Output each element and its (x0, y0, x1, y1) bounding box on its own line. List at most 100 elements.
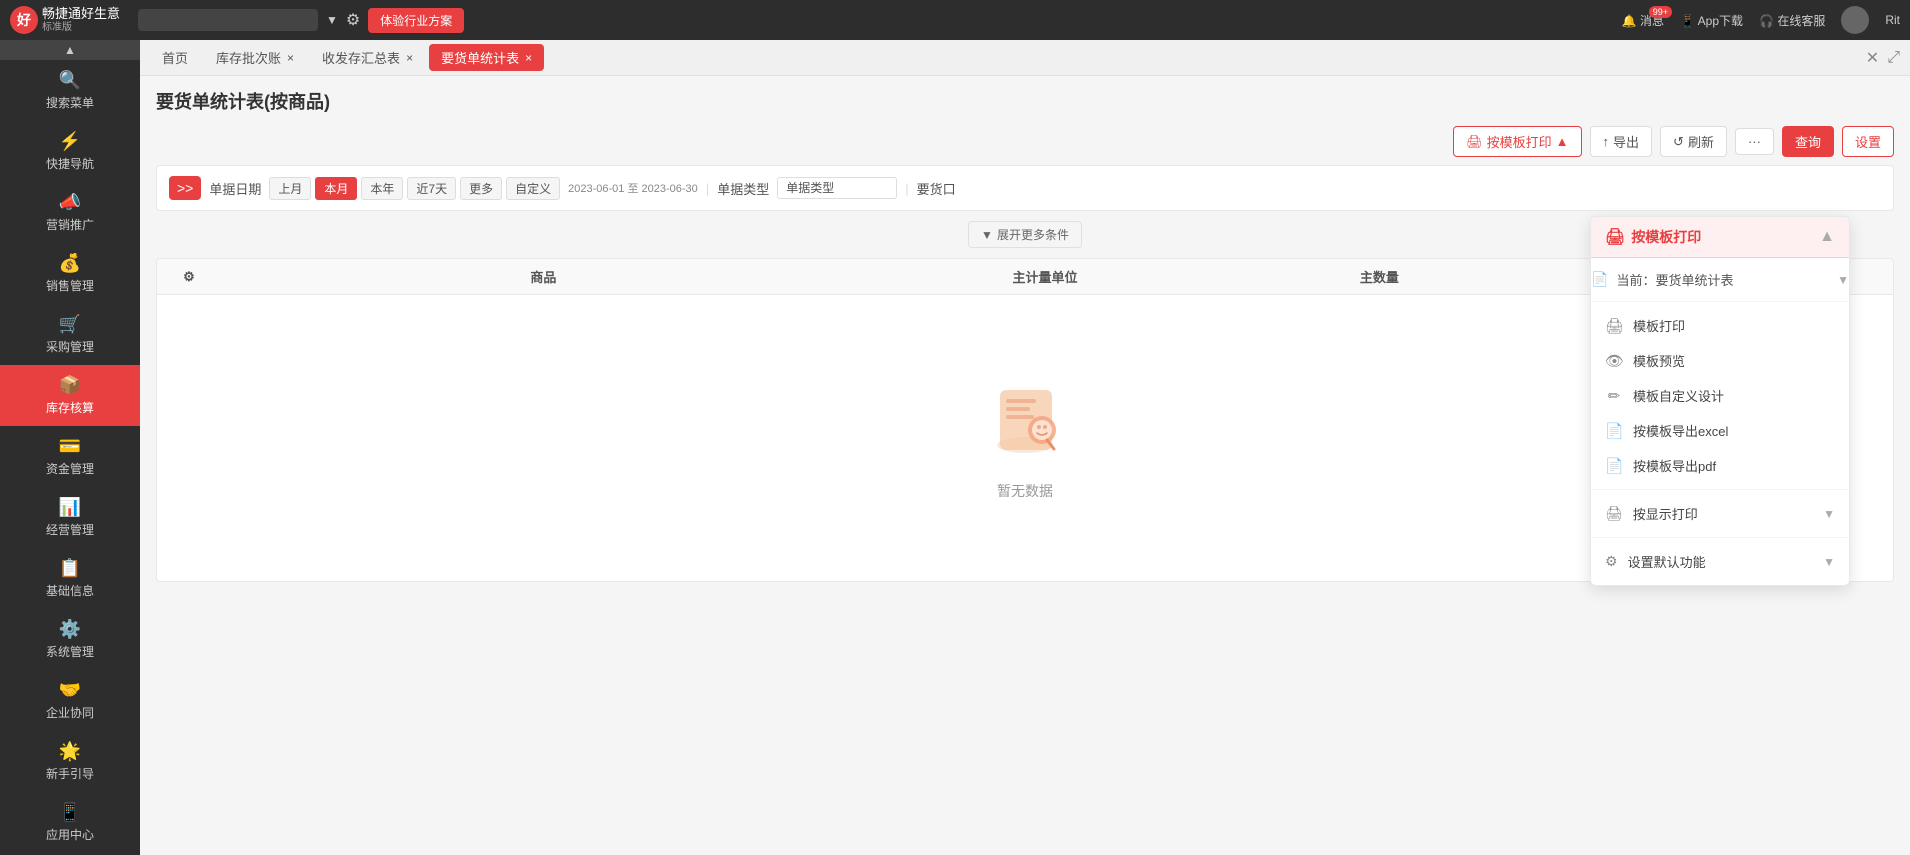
app-download-button[interactable]: 📱 App下载 (1680, 12, 1743, 29)
sidebar: ▲ 🔍 搜索菜单 ⚡ 快捷导航 📣 营销推广 💰 销售管理 🛒 采购管理 📦 库… (0, 40, 140, 855)
tab-receipt-summary-close[interactable]: × (406, 51, 413, 65)
settings-button[interactable]: 设置 (1842, 126, 1894, 157)
date-btn-more[interactable]: 更多 (460, 177, 502, 200)
sidebar-label-quick-nav: 快捷导航 (46, 155, 94, 172)
display-print-arrow: ▼ (1823, 507, 1835, 521)
sidebar-item-basic[interactable]: 📋 基础信息 (0, 548, 140, 609)
date-btn-7days[interactable]: 近7天 (407, 177, 456, 200)
sidebar-item-marketing[interactable]: 📣 营销推广 (0, 182, 140, 243)
sidebar-item-guide[interactable]: 🌟 新手引导 (0, 731, 140, 792)
operations-icon: 📊 (59, 497, 81, 518)
settings-icon[interactable]: ⚙ (346, 10, 360, 30)
tab-home[interactable]: 首页 (150, 44, 200, 71)
export-excel-icon: 📄 (1605, 422, 1623, 440)
dropdown-set-default[interactable]: ⚙ 设置默认功能 ▼ (1591, 544, 1849, 579)
date-btn-custom[interactable]: 自定义 (506, 177, 560, 200)
template-preview-icon: 👁 (1605, 352, 1623, 370)
th-settings[interactable]: ⚙ (169, 269, 209, 285)
sidebar-item-search[interactable]: 🔍 搜索菜单 (0, 60, 140, 121)
enterprise-icon: 🤝 (59, 680, 81, 701)
filter-divider: | (706, 181, 709, 196)
tab-right-controls: ✕ ⤢ (1866, 48, 1900, 68)
date-btn-this-year[interactable]: 本年 (361, 177, 403, 200)
dropdown-display-section: 🖨 按显示打印 ▼ (1591, 490, 1849, 538)
date-btn-this-month[interactable]: 本月 (315, 177, 357, 200)
basic-icon: 📋 (59, 558, 81, 579)
refresh-button[interactable]: ↺ 刷新 (1660, 126, 1727, 157)
sidebar-item-app-center[interactable]: 📱 应用中心 (0, 792, 140, 853)
tab-receipt-summary[interactable]: 收发存汇总表 × (310, 44, 425, 71)
logo-main-text: 畅捷通好生意 (42, 6, 120, 22)
tab-close-all-button[interactable]: ✕ (1866, 48, 1879, 68)
dropdown-item-custom[interactable]: ✏ 模板自定义设计 (1591, 378, 1849, 413)
empty-text: 暂无数据 (997, 481, 1053, 501)
content-area: 首页 库存批次账 × 收发存汇总表 × 要货单统计表 × ✕ ⤢ 要货单统计表(… (140, 40, 1910, 855)
sidebar-label-search: 搜索菜单 (46, 94, 94, 111)
top-bar-right: 🔔 消息 99+ 📱 App下载 🎧 在线客服 Rit (1622, 6, 1900, 34)
tab-order-stats-label: 要货单统计表 (441, 48, 519, 67)
online-service-button[interactable]: 🎧 在线客服 (1759, 12, 1825, 29)
sidebar-item-enterprise[interactable]: 🤝 企业协同 (0, 670, 140, 731)
trial-button[interactable]: 体验行业方案 (368, 8, 464, 33)
sidebar-item-system[interactable]: ⚙️ 系统管理 (0, 609, 140, 670)
search-dropdown-icon[interactable]: ▼ (326, 13, 338, 27)
template-print-label: 模板打印 (1633, 316, 1685, 335)
print-button[interactable]: 🖨 按模板打印 ▲ (1453, 126, 1581, 157)
current-template-icon: 📄 (1591, 271, 1608, 288)
tab-inventory-batch-label: 库存批次账 (216, 48, 281, 67)
inventory-icon: 📦 (59, 375, 81, 396)
expand-more-button[interactable]: ▼ 展开更多条件 (968, 221, 1082, 248)
export-excel-label: 按模板导出excel (1633, 421, 1728, 440)
dropdown-display-print[interactable]: 🖨 按显示打印 ▼ (1591, 496, 1849, 531)
search-input[interactable] (138, 9, 318, 31)
sidebar-label-enterprise: 企业协同 (46, 704, 94, 721)
sidebar-item-quick-nav[interactable]: ⚡ 快捷导航 (0, 121, 140, 182)
more-button[interactable]: ··· (1735, 128, 1774, 155)
sidebar-item-operations[interactable]: 📊 经营管理 (0, 487, 140, 548)
sidebar-item-capital[interactable]: 💳 资金管理 (0, 426, 140, 487)
tab-order-stats-close[interactable]: × (525, 51, 532, 65)
export-button[interactable]: ↑ 导出 (1590, 126, 1653, 157)
tab-inventory-batch[interactable]: 库存批次账 × (204, 44, 306, 71)
logo-sub-text: 标准版 (42, 22, 120, 34)
sidebar-item-purchase[interactable]: 🛒 采购管理 (0, 304, 140, 365)
dropdown-item-export-pdf[interactable]: 📄 按模板导出pdf (1591, 448, 1849, 483)
avatar[interactable] (1841, 6, 1869, 34)
app-center-icon: 📱 (59, 802, 81, 823)
sidebar-item-sales[interactable]: 💰 销售管理 (0, 243, 140, 304)
tab-expand-button[interactable]: ⤢ (1887, 49, 1900, 67)
print-header-icon: 🖨 (1605, 227, 1625, 247)
th-unit: 主计量单位 (878, 267, 1212, 286)
current-template-label: 当前：要货单统计表 (1616, 270, 1733, 289)
printer-icon: 🖨 (1466, 134, 1483, 150)
messages-button[interactable]: 🔔 消息 99+ (1622, 12, 1664, 29)
system-icon: ⚙️ (59, 619, 81, 640)
sidebar-scroll-up[interactable]: ▲ (0, 40, 140, 60)
dropdown-item-preview[interactable]: 👁 模板预览 (1591, 343, 1849, 378)
tab-inventory-batch-close[interactable]: × (287, 51, 294, 65)
app-logo: 好 畅捷通好生意 标准版 (10, 6, 130, 34)
date-btn-prev-month[interactable]: 上月 (269, 177, 311, 200)
dropdown-item-export-excel[interactable]: 📄 按模板导出excel (1591, 413, 1849, 448)
dropdown-close-button[interactable]: ▲ (1819, 228, 1835, 246)
sidebar-label-sales: 销售管理 (46, 277, 94, 294)
sidebar-item-inventory[interactable]: 📦 库存核算 (0, 365, 140, 426)
logo-icon: 好 (10, 6, 38, 34)
dropdown-item-print[interactable]: 🖨 模板打印 (1591, 308, 1849, 343)
type-filter-select[interactable]: 单据类型 (777, 177, 897, 199)
sidebar-label-purchase: 采购管理 (46, 338, 94, 355)
sidebar-label-capital: 资金管理 (46, 460, 94, 477)
search-icon: 🔍 (59, 70, 81, 91)
tab-order-stats[interactable]: 要货单统计表 × (429, 44, 544, 71)
current-arrow-icon: ▼ (1837, 273, 1849, 287)
marketing-icon: 📣 (59, 192, 81, 213)
sidebar-label-system: 系统管理 (46, 643, 94, 660)
empty-illustration (980, 375, 1070, 465)
dropdown-current-item[interactable]: 📄 当前：要货单统计表 ▼ (1591, 264, 1849, 295)
print-label: 按模板打印 (1487, 132, 1552, 151)
query-button[interactable]: 查询 (1782, 126, 1834, 157)
username-label: Rit (1885, 13, 1900, 27)
dropdown-template-section: 🖨 模板打印 👁 模板预览 ✏ 模板自定义设计 📄 按模板导出excel (1591, 302, 1849, 490)
filter-expand-button[interactable]: >> (169, 176, 201, 200)
bell-icon: 🔔 (1622, 14, 1637, 28)
